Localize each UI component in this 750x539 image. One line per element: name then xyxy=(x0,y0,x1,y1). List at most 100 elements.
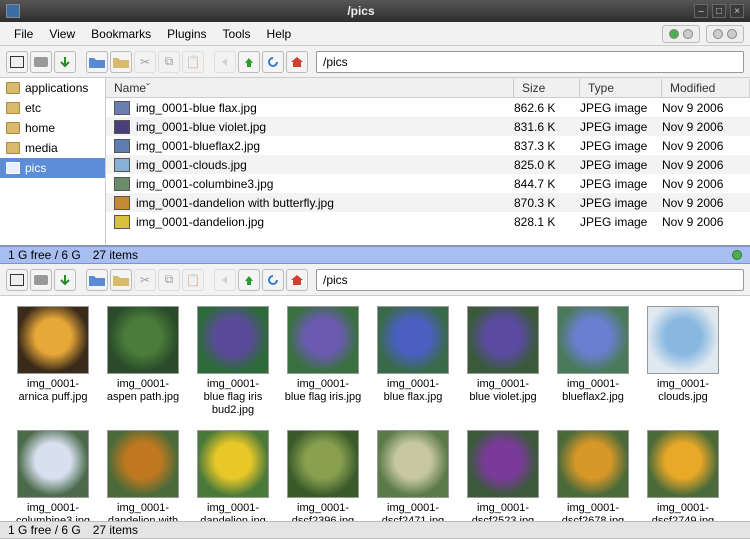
reload-button[interactable] xyxy=(262,269,284,291)
paste-button[interactable]: 📋 xyxy=(182,51,204,73)
folder-open-button[interactable] xyxy=(86,51,108,73)
file-row[interactable]: img_0001-columbine3.jpg844.7 KJPEG image… xyxy=(106,174,750,193)
file-row[interactable]: img_0001-blue flax.jpg862.6 KJPEG imageN… xyxy=(106,98,750,117)
up-button[interactable] xyxy=(238,269,260,291)
activity-indicator-2 xyxy=(706,25,744,43)
led-grey-icon xyxy=(727,29,737,39)
sidebar-item-media[interactable]: media xyxy=(0,138,105,158)
thumb-item[interactable]: img_0001-blue flax.jpg xyxy=(374,306,452,418)
file-thumb-icon xyxy=(114,120,130,134)
paste-button[interactable]: 📋 xyxy=(182,269,204,291)
refresh-down-button[interactable] xyxy=(54,269,76,291)
thumbnail-label: img_0001-blue flag iris bud2.jpg xyxy=(194,378,272,418)
col-header-type[interactable]: Type xyxy=(580,79,662,97)
file-modified: Nov 9 2006 xyxy=(658,101,746,115)
sidebar-label: etc xyxy=(25,101,41,115)
menu-plugins[interactable]: Plugins xyxy=(159,24,214,44)
file-row[interactable]: img_0001-blue violet.jpg831.6 KJPEG imag… xyxy=(106,117,750,136)
file-type: JPEG image xyxy=(576,158,658,172)
thumb-item[interactable]: img_0001-dscf2396.jpg xyxy=(284,430,362,521)
new-folder-button[interactable] xyxy=(110,51,132,73)
thumbnail-label: img_0001-columbine3.jpg xyxy=(16,502,90,521)
folder-icon xyxy=(6,142,20,154)
thumbnail-pane[interactable]: img_0001-arnica puff.jpgimg_0001-aspen p… xyxy=(0,296,750,521)
file-modified: Nov 9 2006 xyxy=(658,120,746,134)
thumb-item[interactable]: img_0001-dscf2471.jpg xyxy=(374,430,452,521)
refresh-down-button[interactable] xyxy=(54,51,76,73)
thumb-item[interactable]: img_0001-arnica puff.jpg xyxy=(14,306,92,418)
thumb-item[interactable]: img_0001-aspen path.jpg xyxy=(104,306,182,418)
file-list[interactable]: Nameˇ Size Type Modified img_0001-blue f… xyxy=(106,78,750,245)
thumbnail-image xyxy=(17,306,89,374)
file-row[interactable]: img_0001-dandelion with butterfly.jpg870… xyxy=(106,193,750,212)
file-row[interactable]: img_0001-blueflax2.jpg837.3 KJPEG imageN… xyxy=(106,136,750,155)
col-header-size[interactable]: Size xyxy=(514,79,580,97)
menu-tools[interactable]: Tools xyxy=(215,24,259,44)
folder-icon xyxy=(6,82,20,94)
sort-dropdown-icon[interactable]: ˇ xyxy=(146,81,150,95)
address-input-bottom[interactable] xyxy=(316,269,744,291)
address-input-top[interactable] xyxy=(316,51,744,73)
menu-file[interactable]: File xyxy=(6,24,41,44)
close-button[interactable]: × xyxy=(730,4,744,18)
sidebar-item-pics[interactable]: pics xyxy=(0,158,105,178)
file-type: JPEG image xyxy=(576,120,658,134)
terminal-button[interactable] xyxy=(6,269,28,291)
file-type: JPEG image xyxy=(576,101,658,115)
up-button[interactable] xyxy=(238,51,260,73)
col-header-modified[interactable]: Modified xyxy=(662,79,750,97)
terminal-button[interactable] xyxy=(6,51,28,73)
sidebar-item-etc[interactable]: etc xyxy=(0,98,105,118)
disk-free: 1 G free / 6 G xyxy=(8,248,81,262)
file-modified: Nov 9 2006 xyxy=(658,215,746,229)
file-type: JPEG image xyxy=(576,196,658,210)
cut-button[interactable]: ✂ xyxy=(134,51,156,73)
thumb-item[interactable]: img_0001-dandelion with butterfly.jpg xyxy=(104,430,182,521)
copy-button[interactable]: ⧉ xyxy=(158,51,180,73)
minimize-button[interactable]: – xyxy=(694,4,708,18)
drive-button[interactable] xyxy=(30,269,52,291)
menu-view[interactable]: View xyxy=(41,24,83,44)
thumb-item[interactable]: img_0001-dscf2678.jpg xyxy=(554,430,632,521)
thumbnail-label: img_0001-dscf2749.jpg xyxy=(652,502,714,521)
thumb-item[interactable]: img_0001-columbine3.jpg xyxy=(14,430,92,521)
drive-button[interactable] xyxy=(30,51,52,73)
file-row[interactable]: img_0001-dandelion.jpg828.1 KJPEG imageN… xyxy=(106,212,750,231)
thumb-item[interactable]: img_0001-blue flag iris bud2.jpg xyxy=(194,306,272,418)
sidebar-label: pics xyxy=(25,161,46,175)
thumb-item[interactable]: img_0001-dscf2523.jpg xyxy=(464,430,542,521)
folder-open-button[interactable] xyxy=(86,269,108,291)
thumbnail-label: img_0001-blue violet.jpg xyxy=(469,378,536,404)
sidebar-label: home xyxy=(25,121,55,135)
thumbnail-image xyxy=(647,430,719,498)
thumb-item[interactable]: img_0001-clouds.jpg xyxy=(644,306,722,418)
copy-button[interactable]: ⧉ xyxy=(158,269,180,291)
file-thumb-icon xyxy=(114,177,130,191)
sidebar-item-applications[interactable]: applications xyxy=(0,78,105,98)
thumb-item[interactable]: img_0001-blueflax2.jpg xyxy=(554,306,632,418)
file-modified: Nov 9 2006 xyxy=(658,158,746,172)
thumb-item[interactable]: img_0001-dscf2749.jpg xyxy=(644,430,722,521)
reload-button[interactable] xyxy=(262,51,284,73)
statusbar-bottom: 1 G free / 6 G 27 items xyxy=(0,521,750,539)
cut-button[interactable]: ✂ xyxy=(134,269,156,291)
menu-bookmarks[interactable]: Bookmarks xyxy=(83,24,159,44)
file-size: 837.3 K xyxy=(510,139,576,153)
maximize-button[interactable]: □ xyxy=(712,4,726,18)
file-name: img_0001-dandelion with butterfly.jpg xyxy=(136,196,334,210)
menu-help[interactable]: Help xyxy=(259,24,300,44)
sidebar-item-home[interactable]: home xyxy=(0,118,105,138)
file-row[interactable]: img_0001-clouds.jpg825.0 KJPEG imageNov … xyxy=(106,155,750,174)
new-folder-button[interactable] xyxy=(110,269,132,291)
file-thumb-icon xyxy=(114,139,130,153)
back-button[interactable] xyxy=(214,269,236,291)
thumbnail-label: img_0001-dscf2678.jpg xyxy=(562,502,624,521)
thumbnail-label: img_0001-blue flag iris.jpg xyxy=(285,378,361,404)
home-button[interactable] xyxy=(286,269,308,291)
thumb-item[interactable]: img_0001-dandelion.jpg xyxy=(194,430,272,521)
home-button[interactable] xyxy=(286,51,308,73)
back-button[interactable] xyxy=(214,51,236,73)
thumb-item[interactable]: img_0001-blue flag iris.jpg xyxy=(284,306,362,418)
col-header-name[interactable]: Nameˇ xyxy=(106,79,514,97)
thumb-item[interactable]: img_0001-blue violet.jpg xyxy=(464,306,542,418)
